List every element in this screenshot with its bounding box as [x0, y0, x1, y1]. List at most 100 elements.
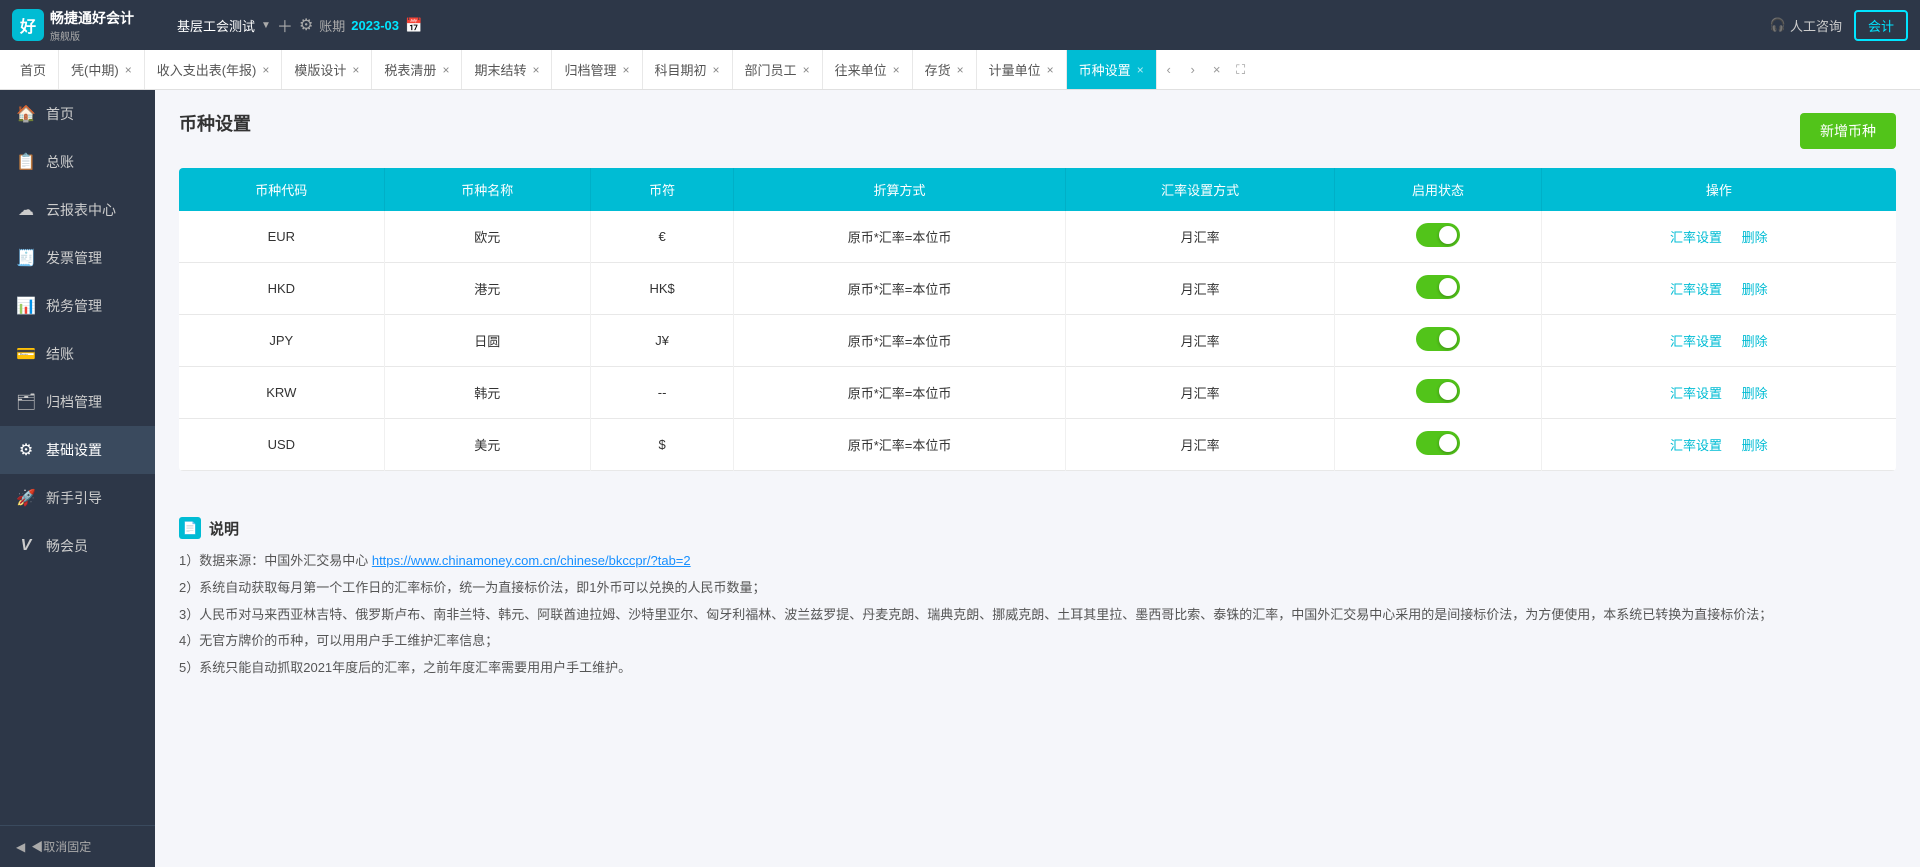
content-area: 币种设置 新增币种 币种代码 币种名称 币符 折算方式 汇率设置方式 启用状态	[155, 90, 1920, 867]
rate-setting-link-1[interactable]: 汇率设置	[1670, 282, 1722, 297]
tab-inventory[interactable]: 存货 ×	[913, 50, 977, 90]
tax-icon: 📊	[16, 296, 36, 316]
invoice-icon: 🧾	[16, 248, 36, 268]
cell-actions-3: 汇率设置 删除	[1541, 367, 1896, 419]
rate-setting-link-0[interactable]: 汇率设置	[1670, 230, 1722, 245]
tab-department-close[interactable]: ×	[803, 63, 810, 77]
company-name: 基层工会测试	[177, 16, 255, 35]
tab-voucher-close[interactable]: ×	[125, 63, 132, 77]
home-icon: 🏠	[16, 104, 36, 124]
tab-home[interactable]: 首页	[8, 50, 59, 90]
content-wrapper: 币种设置 新增币种 币种代码 币种名称 币符 折算方式 汇率设置方式 启用状态	[155, 90, 1920, 721]
rate-setting-link-4[interactable]: 汇率设置	[1670, 438, 1722, 453]
tab-close-all-button[interactable]: ×	[1205, 58, 1229, 82]
table-row: EUR 欧元 € 原币*汇率=本位币 月汇率 汇率设置 删除	[179, 211, 1896, 263]
delete-link-0[interactable]: 删除	[1742, 230, 1768, 245]
tab-period-end-close[interactable]: ×	[532, 63, 539, 77]
settings-icon: ⚙	[16, 440, 36, 460]
sidebar-item-guide[interactable]: 🚀 新手引导	[0, 474, 155, 522]
cell-calc-3: 原币*汇率=本位币	[734, 367, 1066, 419]
top-header: 好 畅捷通好会计 旗舰版 基层工会测试 ▼ ＋ ⚙ 账期 2023-03 📅 🎧…	[0, 0, 1920, 50]
sidebar-item-invoice[interactable]: 🧾 发票管理	[0, 234, 155, 282]
rate-setting-link-2[interactable]: 汇率设置	[1670, 334, 1722, 349]
account-button[interactable]: 会计	[1854, 10, 1908, 41]
page-content: 币种设置 新增币种 币种代码 币种名称 币符 折算方式 汇率设置方式 启用状态	[155, 90, 1920, 721]
company-dropdown-icon[interactable]: ▼	[261, 20, 271, 31]
sidebar-item-cloud-report[interactable]: ☁ 云报表中心	[0, 186, 155, 234]
tab-subject-initial-close[interactable]: ×	[713, 63, 720, 77]
tab-inventory-close[interactable]: ×	[957, 63, 964, 77]
cell-status-4	[1335, 419, 1541, 471]
sidebar-pin-toggle[interactable]: ◀ ◀取消固定	[0, 825, 155, 867]
tab-archive[interactable]: 归档管理 ×	[552, 50, 642, 90]
tab-income[interactable]: 收入支出表(年报) ×	[145, 50, 283, 90]
sidebar-item-checkout[interactable]: 💳 结账	[0, 330, 155, 378]
sidebar-item-archive[interactable]: 🗂 归档管理	[0, 378, 155, 426]
cell-calc-1: 原币*汇率=本位币	[734, 263, 1066, 315]
tab-voucher[interactable]: 凭(中期) ×	[59, 50, 145, 90]
sidebar-guide-label: 新手引导	[46, 488, 102, 508]
tab-template-close[interactable]: ×	[352, 63, 359, 77]
tab-income-close[interactable]: ×	[262, 63, 269, 77]
tab-client[interactable]: 往来单位 ×	[823, 50, 913, 90]
delete-link-2[interactable]: 删除	[1742, 334, 1768, 349]
settings-gear-icon[interactable]: ⚙	[299, 15, 313, 35]
tab-department[interactable]: 部门员工 ×	[733, 50, 823, 90]
tab-client-close[interactable]: ×	[893, 63, 900, 77]
sidebar-item-home[interactable]: 🏠 首页	[0, 90, 155, 138]
sidebar-item-vip[interactable]: V 畅会员	[0, 522, 155, 570]
tab-home-label: 首页	[20, 60, 46, 79]
sidebar-item-tax[interactable]: 📊 税务管理	[0, 282, 155, 330]
tab-unit[interactable]: 计量单位 ×	[977, 50, 1067, 90]
cell-symbol-0: €	[590, 211, 733, 263]
sidebar-ledger-label: 总账	[46, 152, 74, 172]
toggle-knob-4	[1439, 434, 1457, 452]
notes-link[interactable]: https://www.chinamoney.com.cn/chinese/bk…	[372, 553, 691, 568]
toggle-0[interactable]	[1416, 223, 1460, 247]
toggle-3[interactable]	[1416, 379, 1460, 403]
toggle-4[interactable]	[1416, 431, 1460, 455]
add-company-button[interactable]: ＋	[277, 13, 293, 37]
tab-tax-close[interactable]: ×	[442, 63, 449, 77]
tab-next-button[interactable]: ›	[1181, 58, 1205, 82]
col-symbol: 币符	[590, 168, 733, 211]
tab-currency-close[interactable]: ×	[1137, 63, 1144, 77]
new-currency-button[interactable]: 新增币种	[1800, 113, 1896, 149]
archive-icon: 🗂	[16, 392, 36, 412]
tab-tax[interactable]: 税表清册 ×	[372, 50, 462, 90]
sidebar-item-basic-settings[interactable]: ⚙ 基础设置	[0, 426, 155, 474]
tab-period-end[interactable]: 期末结转 ×	[462, 50, 552, 90]
rate-setting-link-3[interactable]: 汇率设置	[1670, 386, 1722, 401]
col-rate-method: 汇率设置方式	[1065, 168, 1334, 211]
tab-unit-close[interactable]: ×	[1047, 63, 1054, 77]
tab-expand-button[interactable]: ⛶	[1229, 58, 1253, 82]
cell-status-3	[1335, 367, 1541, 419]
col-code: 币种代码	[179, 168, 384, 211]
cell-code-2: JPY	[179, 315, 384, 367]
pin-label: ◀取消固定	[31, 838, 91, 855]
toggle-1[interactable]	[1416, 275, 1460, 299]
cloud-icon: ☁	[16, 200, 36, 220]
sidebar-item-ledger[interactable]: 📋 总账	[0, 138, 155, 186]
tab-archive-close[interactable]: ×	[623, 63, 630, 77]
table-row: KRW 韩元 -- 原币*汇率=本位币 月汇率 汇率设置 删除	[179, 367, 1896, 419]
tab-template[interactable]: 模版设计 ×	[282, 50, 372, 90]
toggle-2[interactable]	[1416, 327, 1460, 351]
delete-link-1[interactable]: 删除	[1742, 282, 1768, 297]
logo-sub: 旗舰版	[50, 28, 134, 43]
tab-subject-initial[interactable]: 科目期初 ×	[643, 50, 733, 90]
table-row: JPY 日圆 J¥ 原币*汇率=本位币 月汇率 汇率设置 删除	[179, 315, 1896, 367]
calendar-icon[interactable]: 📅	[405, 17, 422, 34]
delete-link-3[interactable]: 删除	[1742, 386, 1768, 401]
toggle-knob-2	[1439, 330, 1457, 348]
company-area: 基层工会测试 ▼ ＋ ⚙ 账期 2023-03 📅	[177, 13, 1760, 37]
support-button[interactable]: 🎧 人工咨询	[1770, 16, 1842, 35]
tab-currency[interactable]: 币种设置 ×	[1067, 50, 1157, 90]
notes-section: 📄 说明 1）数据来源：中国外汇交易中心 https://www.chinamo…	[179, 501, 1896, 701]
cell-rate-2: 月汇率	[1065, 315, 1334, 367]
tab-prev-button[interactable]: ‹	[1157, 58, 1181, 82]
delete-link-4[interactable]: 删除	[1742, 438, 1768, 453]
tab-period-end-label: 期末结转	[474, 60, 526, 79]
cell-code-0: EUR	[179, 211, 384, 263]
col-actions: 操作	[1541, 168, 1896, 211]
